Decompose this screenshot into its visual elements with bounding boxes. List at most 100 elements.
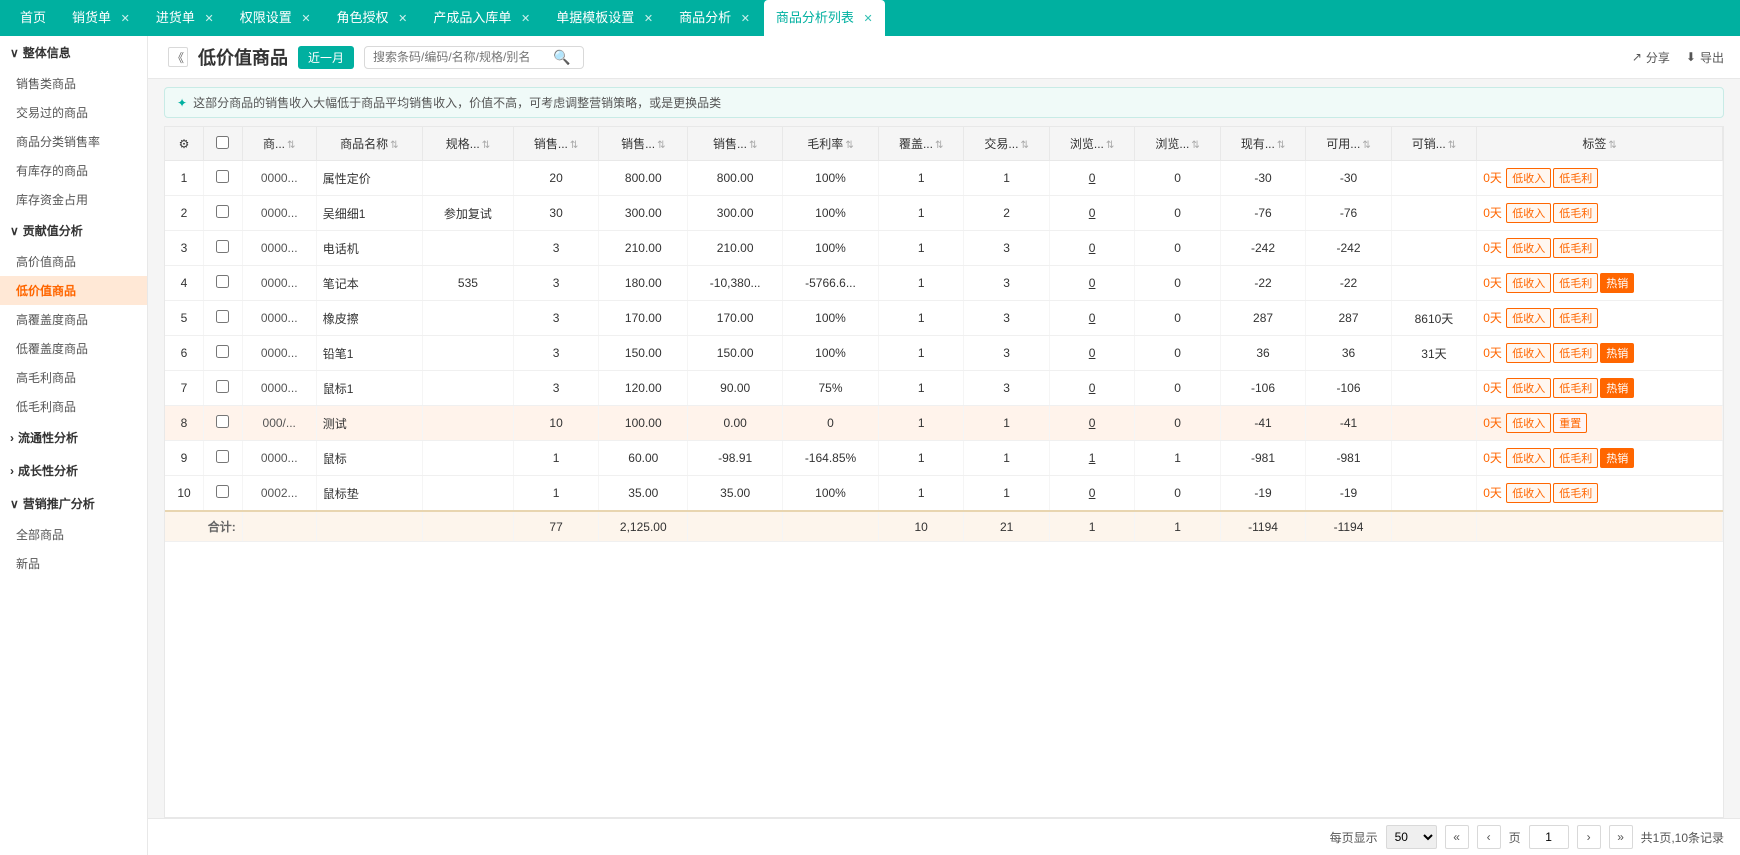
sidebar-item-high-coverage[interactable]: 高覆盖度商品: [0, 305, 147, 334]
cell-browse1[interactable]: 0: [1049, 406, 1134, 441]
browse1-link[interactable]: 0: [1089, 486, 1096, 500]
row-checkbox[interactable]: [216, 415, 229, 428]
browse1-link[interactable]: 0: [1089, 241, 1096, 255]
row-checkbox[interactable]: [216, 275, 229, 288]
page-size-select[interactable]: 50 100 200: [1386, 825, 1437, 849]
cell-browse1[interactable]: 0: [1049, 231, 1134, 266]
close-role-icon[interactable]: ✕: [398, 13, 407, 25]
prev-page-button[interactable]: ‹: [1477, 825, 1501, 849]
close-analysis-list-icon[interactable]: ✕: [864, 13, 873, 25]
cell-browse1[interactable]: 0: [1049, 371, 1134, 406]
sidebar-item-low-coverage[interactable]: 低覆盖度商品: [0, 334, 147, 363]
data-table-container[interactable]: ⚙ 商...⇅ 商品名称⇅ 规格...⇅ 销售...⇅ 销售...⇅ 销售...…: [164, 126, 1724, 818]
cell-browse1[interactable]: 0: [1049, 336, 1134, 371]
close-permission-icon[interactable]: ✕: [301, 13, 310, 25]
th-code[interactable]: 商...⇅: [242, 127, 316, 161]
row-checkbox[interactable]: [216, 485, 229, 498]
close-product-icon[interactable]: ✕: [521, 13, 530, 25]
close-sales-icon[interactable]: ✕: [121, 13, 130, 25]
cell-browse1[interactable]: 0: [1049, 161, 1134, 196]
th-saleable[interactable]: 可销...⇅: [1391, 127, 1476, 161]
sidebar-group-overview[interactable]: ∨ 整体信息: [0, 36, 147, 69]
th-settings[interactable]: ⚙: [165, 127, 204, 161]
row-checkbox[interactable]: [216, 170, 229, 183]
export-button[interactable]: ⬇ 导出: [1686, 49, 1724, 66]
th-browse2[interactable]: 浏览...⇅: [1135, 127, 1220, 161]
sidebar-item-traded-goods[interactable]: 交易过的商品: [0, 98, 147, 127]
cell-checkbox[interactable]: [204, 231, 243, 266]
browse1-link[interactable]: 0: [1089, 171, 1096, 185]
th-cover[interactable]: 覆盖...⇅: [878, 127, 963, 161]
cell-browse1[interactable]: 1: [1049, 441, 1134, 476]
sidebar-item-low-margin[interactable]: 低毛利商品: [0, 392, 147, 421]
sidebar-collapse-button[interactable]: 《: [168, 47, 188, 67]
row-checkbox[interactable]: [216, 345, 229, 358]
nav-analysis[interactable]: 商品分析 ✕: [667, 0, 762, 36]
browse1-link[interactable]: 0: [1089, 206, 1096, 220]
sidebar-item-sales-goods[interactable]: 销售类商品: [0, 69, 147, 98]
next-page-button[interactable]: ›: [1577, 825, 1601, 849]
nav-home[interactable]: 首页: [8, 0, 58, 36]
cell-checkbox[interactable]: [204, 476, 243, 512]
page-input[interactable]: [1529, 825, 1569, 849]
row-checkbox[interactable]: [216, 310, 229, 323]
th-sales-qty[interactable]: 销售...⇅: [513, 127, 598, 161]
th-trade[interactable]: 交易...⇅: [964, 127, 1049, 161]
sidebar-item-new-goods[interactable]: 新品: [0, 549, 147, 578]
browse1-link[interactable]: 1: [1089, 451, 1096, 465]
row-checkbox[interactable]: [216, 450, 229, 463]
close-template-icon[interactable]: ✕: [644, 13, 653, 25]
cell-checkbox[interactable]: [204, 266, 243, 301]
cell-checkbox[interactable]: [204, 196, 243, 231]
sidebar-item-high-margin[interactable]: 高毛利商品: [0, 363, 147, 392]
sidebar-group-circulation[interactable]: › 流通性分析: [0, 421, 147, 454]
sidebar-group-growth[interactable]: › 成长性分析: [0, 454, 147, 487]
th-browse1[interactable]: 浏览...⇅: [1049, 127, 1134, 161]
browse1-link[interactable]: 0: [1089, 311, 1096, 325]
th-sales-price[interactable]: 销售...⇅: [599, 127, 688, 161]
nav-product[interactable]: 产成品入库单 ✕: [421, 0, 542, 36]
browse1-link[interactable]: 0: [1089, 346, 1096, 360]
browse1-link[interactable]: 0: [1089, 381, 1096, 395]
th-current[interactable]: 现有...⇅: [1220, 127, 1305, 161]
nav-role[interactable]: 角色授权 ✕: [325, 0, 420, 36]
first-page-button[interactable]: «: [1445, 825, 1469, 849]
th-avail[interactable]: 可用...⇅: [1306, 127, 1391, 161]
th-name[interactable]: 商品名称⇅: [316, 127, 422, 161]
nav-purchase[interactable]: 进货单 ✕: [144, 0, 226, 36]
sidebar-item-all-goods[interactable]: 全部商品: [0, 520, 147, 549]
close-purchase-icon[interactable]: ✕: [204, 13, 213, 25]
search-icon[interactable]: 🔍: [553, 49, 570, 66]
sidebar-item-high-value[interactable]: 高价值商品: [0, 247, 147, 276]
sidebar-group-contribution[interactable]: ∨ 贡献值分析: [0, 214, 147, 247]
row-checkbox[interactable]: [216, 240, 229, 253]
last-page-button[interactable]: »: [1609, 825, 1633, 849]
nav-permission[interactable]: 权限设置 ✕: [228, 0, 323, 36]
row-checkbox[interactable]: [216, 205, 229, 218]
sidebar-item-category-rate[interactable]: 商品分类销售率: [0, 127, 147, 156]
browse1-link[interactable]: 0: [1089, 416, 1096, 430]
cell-checkbox[interactable]: [204, 336, 243, 371]
th-sales-amount[interactable]: 销售...⇅: [688, 127, 783, 161]
cell-checkbox[interactable]: [204, 441, 243, 476]
sidebar-group-marketing[interactable]: ∨ 营销推广分析: [0, 487, 147, 520]
sidebar-item-stock-goods[interactable]: 有库存的商品: [0, 156, 147, 185]
th-spec[interactable]: 规格...⇅: [423, 127, 514, 161]
close-analysis-icon[interactable]: ✕: [741, 13, 750, 25]
cell-browse1[interactable]: 0: [1049, 196, 1134, 231]
nav-sales[interactable]: 销货单 ✕: [60, 0, 142, 36]
sidebar-item-low-value[interactable]: 低价值商品: [0, 276, 147, 305]
search-input[interactable]: [373, 50, 553, 64]
th-tags[interactable]: 标签⇅: [1477, 127, 1723, 161]
cell-checkbox[interactable]: [204, 406, 243, 441]
cell-checkbox[interactable]: [204, 161, 243, 196]
sidebar-item-stock-capital[interactable]: 库存资金占用: [0, 185, 147, 214]
cell-checkbox[interactable]: [204, 371, 243, 406]
cell-checkbox[interactable]: [204, 301, 243, 336]
browse1-link[interactable]: 0: [1089, 276, 1096, 290]
cell-browse1[interactable]: 0: [1049, 476, 1134, 512]
th-gross[interactable]: 毛利率⇅: [783, 127, 879, 161]
th-checkbox[interactable]: [204, 127, 243, 161]
row-checkbox[interactable]: [216, 380, 229, 393]
nav-analysis-list[interactable]: 商品分析列表 ✕: [764, 0, 885, 36]
